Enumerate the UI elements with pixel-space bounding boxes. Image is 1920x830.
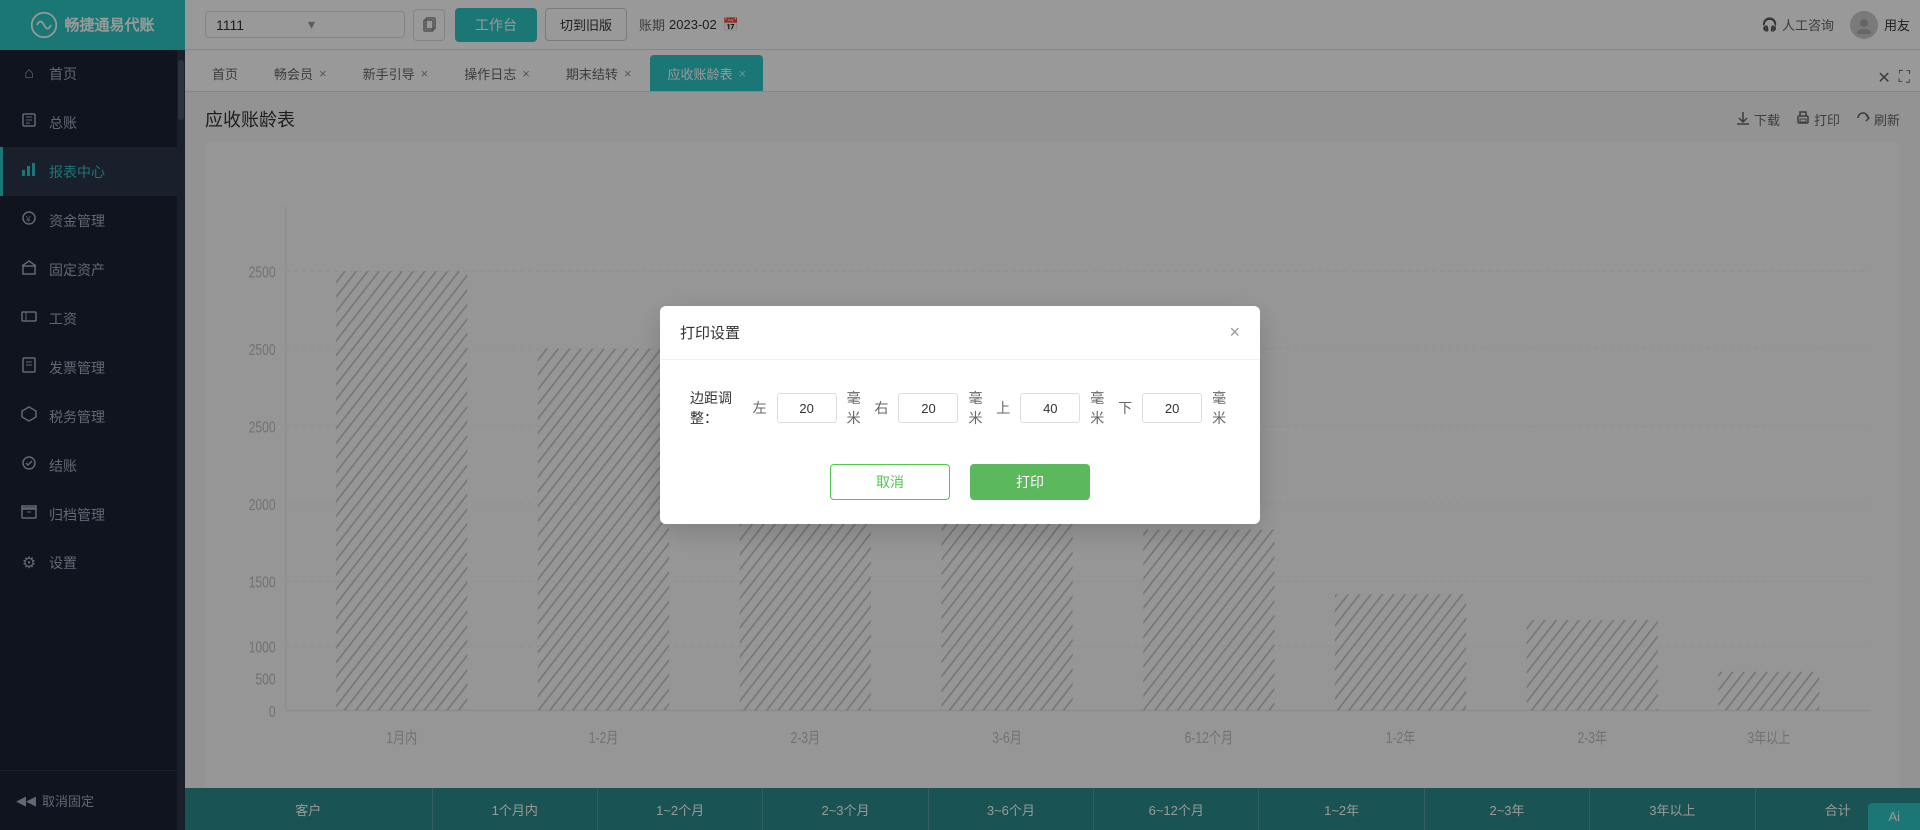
print-settings-dialog: 打印设置 × 边距调整： 左 毫米 右 毫米 上 毫米 下 毫米 取消 打印 — [660, 306, 1260, 524]
right-dir-label: 右 — [874, 398, 888, 418]
margin-left-input[interactable] — [777, 393, 837, 423]
bottom-unit: 毫米 — [1212, 388, 1230, 428]
margin-label: 边距调整： — [690, 388, 735, 428]
modal-header: 打印设置 × — [660, 306, 1260, 360]
modal-title: 打印设置 — [680, 322, 740, 343]
bottom-dir-label: 下 — [1118, 398, 1132, 418]
modal-footer: 取消 打印 — [660, 448, 1260, 524]
left-dir-label: 左 — [753, 398, 767, 418]
modal-overlay: 打印设置 × 边距调整： 左 毫米 右 毫米 上 毫米 下 毫米 取消 打印 — [0, 0, 1920, 830]
margin-top-input[interactable] — [1020, 393, 1080, 423]
margin-row: 边距调整： 左 毫米 右 毫米 上 毫米 下 毫米 — [690, 388, 1230, 428]
confirm-print-button[interactable]: 打印 — [970, 464, 1090, 500]
right-unit: 毫米 — [968, 388, 986, 428]
modal-close-button[interactable]: × — [1229, 322, 1240, 343]
margin-right-input[interactable] — [898, 393, 958, 423]
modal-body: 边距调整： 左 毫米 右 毫米 上 毫米 下 毫米 — [660, 360, 1260, 448]
top-dir-label: 上 — [996, 398, 1010, 418]
left-unit: 毫米 — [847, 388, 865, 428]
cancel-button[interactable]: 取消 — [830, 464, 950, 500]
top-unit: 毫米 — [1090, 388, 1108, 428]
margin-bottom-input[interactable] — [1142, 393, 1202, 423]
